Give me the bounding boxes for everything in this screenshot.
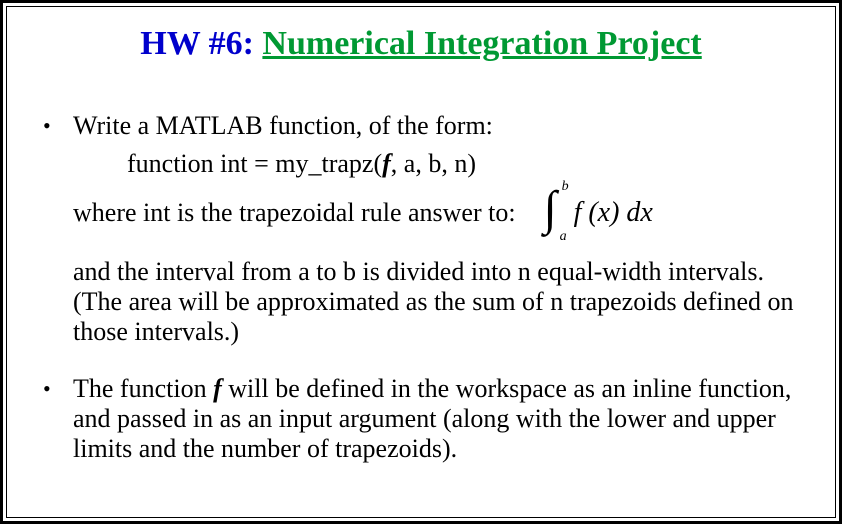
integral-lower-bound: a	[560, 229, 567, 245]
slide-outer-border: HW #6: Numerical Integration Project Wri…	[0, 0, 842, 524]
bullet-2: The function f will be defined in the wo…	[41, 374, 801, 464]
title-subject: Numerical Integration Project	[262, 25, 701, 62]
integral-symbol: ∫ b a	[542, 189, 572, 237]
content-list: Write a MATLAB function, of the form: fu…	[41, 111, 801, 464]
integrand-dx: dx	[619, 197, 652, 228]
function-signature: function int = my_trapz(f, a, b, n)	[127, 149, 801, 179]
bullet-1: Write a MATLAB function, of the form: fu…	[41, 111, 801, 346]
signature-f: f	[382, 149, 391, 178]
where-line: where int is the trapezoidal rule answer…	[73, 189, 801, 237]
integral-upper-bound: b	[562, 179, 569, 195]
title-hw-label: HW #6:	[140, 25, 254, 62]
signature-pre: function int = my_trapz(	[127, 149, 382, 178]
slide-inner-border: HW #6: Numerical Integration Project Wri…	[6, 6, 836, 518]
where-text: where int is the trapezoidal rule answer…	[73, 198, 516, 228]
bullet2-pre: The function	[73, 374, 213, 403]
integral-expression: ∫ b a f (x) dx	[542, 189, 653, 237]
signature-post: , a, b, n)	[391, 149, 476, 178]
bullet2-f: f	[213, 374, 222, 403]
slide-title: HW #6: Numerical Integration Project	[41, 25, 801, 63]
bullet1-intro: Write a MATLAB function, of the form:	[73, 111, 801, 141]
integrand-fx: f (x)	[574, 197, 620, 228]
interval-description: and the interval from a to b is divided …	[73, 257, 801, 347]
